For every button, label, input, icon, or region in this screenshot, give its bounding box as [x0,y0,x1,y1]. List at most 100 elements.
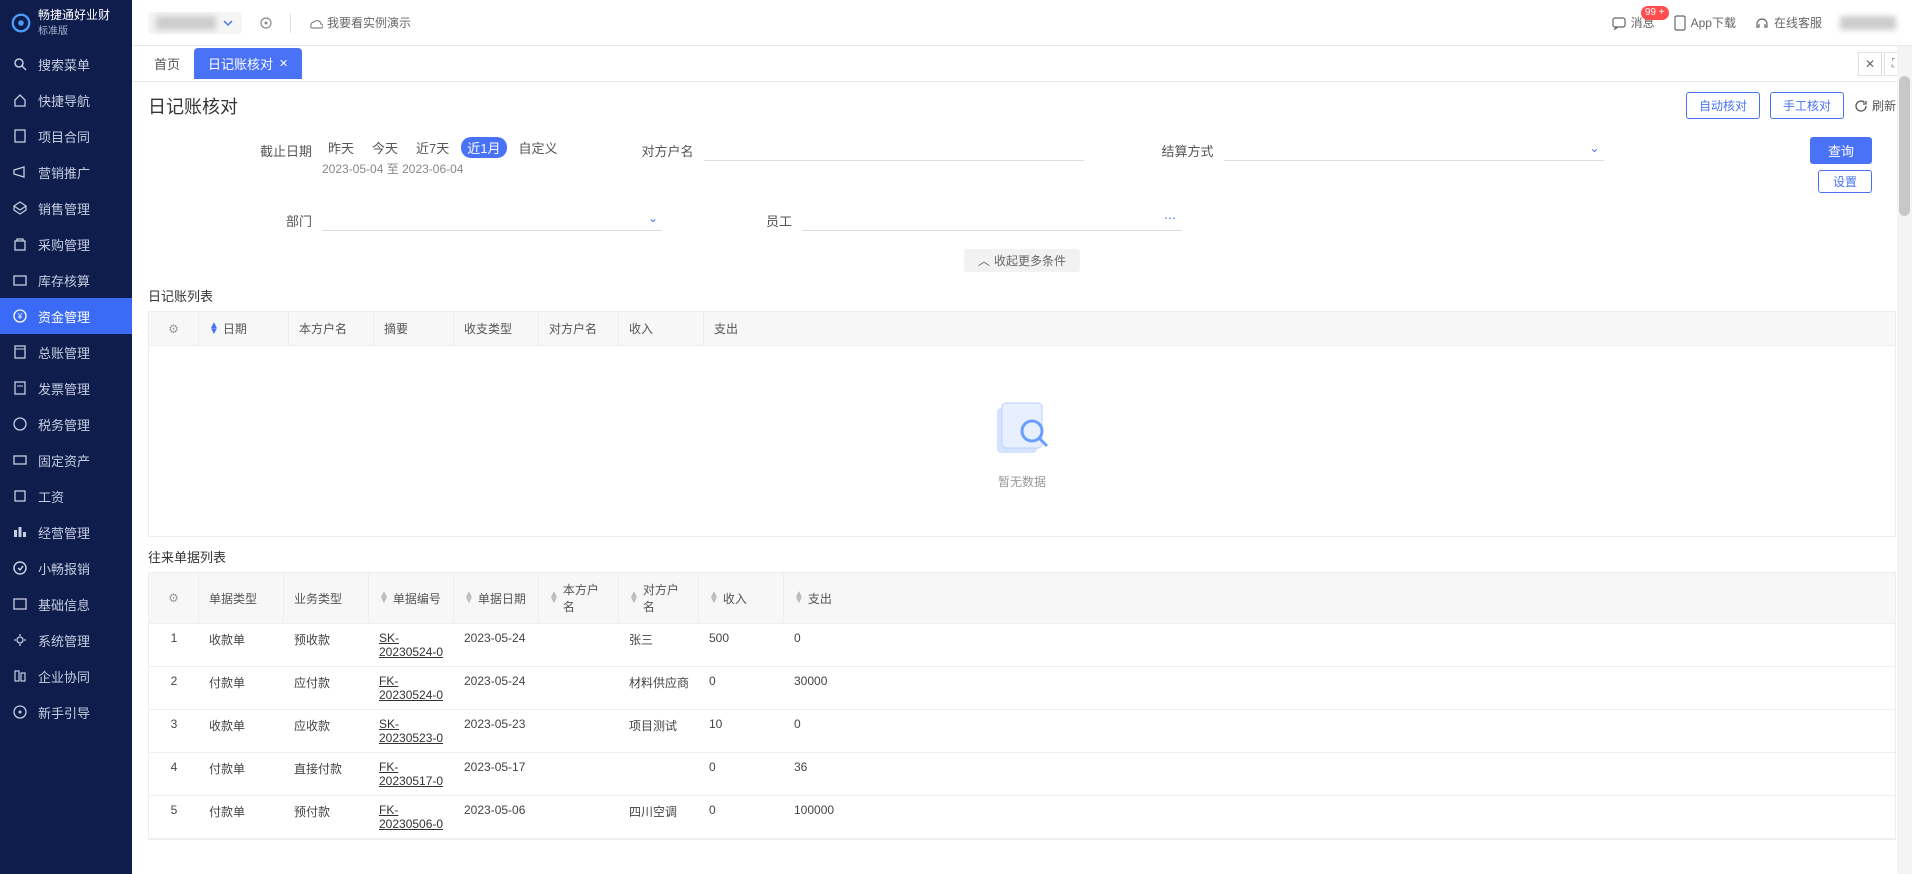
sidebar-item-biz[interactable]: 经营管理 [0,514,132,550]
vouchers-table-body: 1收款单预收款SK-20230524-02023-05-24张三50002付款单… [149,624,1895,839]
voucher-col-5[interactable]: ▲▼本方户名 [539,573,619,623]
user-blurred[interactable] [1840,16,1896,30]
voucher-code-link[interactable]: SK-20230524-0 [379,631,443,659]
table-row[interactable]: 4付款单直接付款FK-20230517-02023-05-17036 [149,753,1895,796]
app-download[interactable]: App下载 [1673,14,1736,31]
journal-col-5: 对方户名 [539,312,619,345]
sort-icon: ▲▼ [464,592,474,604]
message-icon [1611,15,1627,31]
sidebar-item-label: 税务管理 [38,415,90,434]
tab-home[interactable]: 首页 [140,48,194,79]
sidebar-item-cart[interactable]: 销售管理 [0,190,132,226]
report-icon [12,560,28,576]
salary-icon [12,488,28,504]
sidebar-item-label: 项目合同 [38,127,90,146]
sidebar-item-sys[interactable]: 系统管理 [0,622,132,658]
sort-icon: ▲▼ [709,592,719,604]
online-service[interactable]: 在线客服 [1754,14,1822,31]
demo-link[interactable]: 我要看实例演示 [307,14,411,31]
manual-check-button[interactable]: 手工核对 [1770,92,1844,119]
sort-icon: ▲▼ [549,592,559,604]
base-icon [12,596,28,612]
table-row[interactable]: 3收款单应收款SK-20230523-02023-05-23项目测试100 [149,710,1895,753]
voucher-col-4[interactable]: ▲▼单据日期 [454,573,539,623]
sidebar-item-money[interactable]: ¥资金管理 [0,298,132,334]
sidebar-item-corp[interactable]: 企业协同 [0,658,132,694]
journal-col-2: 本方户名 [289,312,374,345]
journal-col-4: 收支类型 [454,312,539,345]
gear-icon: ⚙ [168,322,179,336]
counterparty-input[interactable] [704,137,1084,161]
close-all-icon[interactable]: ✕ [1858,52,1882,76]
dept-select[interactable]: ⌄ [322,207,662,231]
date-label: 截止日期 [172,137,312,160]
sidebar-item-book[interactable]: 总账管理 [0,334,132,370]
query-button[interactable]: 查询 [1810,137,1872,164]
main-area: 我要看实例演示 消息 99 + App下载 在线客服 [132,0,1912,874]
collapse-filters-button[interactable]: ︿ 收起更多条件 [964,249,1080,272]
date-quick-1[interactable]: 今天 [366,137,404,158]
journal-col-0[interactable]: ⚙ [149,312,199,345]
asset-icon [12,452,28,468]
date-quick-3[interactable]: 近1月 [461,137,506,158]
sidebar-item-label: 企业协同 [38,667,90,686]
doc-icon [12,128,28,144]
journal-col-3: 摘要 [374,312,454,345]
more-icon: ⋯ [1164,211,1178,225]
chevron-down-icon: ⌄ [1589,141,1599,155]
journal-col-1[interactable]: ▲▼日期 [199,312,289,345]
search-icon [12,56,28,72]
table-row[interactable]: 1收款单预收款SK-20230524-02023-05-24张三5000 [149,624,1895,667]
table-row[interactable]: 5付款单预付款FK-20230506-02023-05-06四川空调010000… [149,796,1895,839]
sidebar-item-report[interactable]: 小畅报销 [0,550,132,586]
gear-icon[interactable] [258,15,274,31]
sidebar-item-bag[interactable]: 采购管理 [0,226,132,262]
date-quick-4[interactable]: 自定义 [513,137,564,158]
sidebar-item-tax[interactable]: 税务管理 [0,406,132,442]
voucher-code-link[interactable]: FK-20230524-0 [379,674,443,702]
table-row[interactable]: 2付款单应付款FK-20230524-02023-05-24材料供应商03000… [149,667,1895,710]
tenant-selector[interactable] [148,12,242,34]
voucher-col-8[interactable]: ▲▼支出 [784,573,1895,623]
voucher-col-3[interactable]: ▲▼单据编号 [369,573,454,623]
date-quick-0[interactable]: 昨天 [322,137,360,158]
voucher-col-7[interactable]: ▲▼收入 [699,573,784,623]
date-range: 2023-05-04 至 2023-06-04 [322,160,564,177]
sidebar-item-asset[interactable]: 固定资产 [0,442,132,478]
staff-select[interactable]: ⋯ [802,207,1182,231]
date-quick-2[interactable]: 近7天 [410,137,455,158]
voucher-code-link[interactable]: SK-20230523-0 [379,717,443,745]
sidebar-item-home[interactable]: 快捷导航 [0,82,132,118]
close-icon[interactable]: ✕ [279,57,288,70]
tenant-name-blurred [156,16,216,30]
sidebar-item-invoice[interactable]: 发票管理 [0,370,132,406]
scrollbar[interactable] [1897,46,1912,874]
sidebar-item-guide[interactable]: 新手引导 [0,694,132,730]
guide-icon [12,704,28,720]
settlement-select[interactable]: ⌄ [1224,137,1604,161]
voucher-col-0[interactable]: ⚙ [149,573,199,623]
sidebar-item-box[interactable]: 库存核算 [0,262,132,298]
voucher-code-link[interactable]: FK-20230506-0 [379,803,443,831]
voucher-code-link[interactable]: FK-20230517-0 [379,760,443,788]
headset-icon [1754,15,1770,31]
sidebar-item-base[interactable]: 基础信息 [0,586,132,622]
page-header: 日记账核对 自动核对 手工核对 刷新 [132,82,1912,129]
sidebar-item-search[interactable]: 搜索菜单 [0,46,132,82]
sidebar-item-salary[interactable]: 工资 [0,478,132,514]
voucher-col-6[interactable]: ▲▼对方户名 [619,573,699,623]
auto-check-button[interactable]: 自动核对 [1686,92,1760,119]
messages[interactable]: 消息 99 + [1611,14,1655,31]
scrollbar-thumb[interactable] [1899,76,1910,216]
refresh-button[interactable]: 刷新 [1854,97,1896,114]
sidebar: 畅捷通好业财 标准版 搜索菜单快捷导航项目合同营销推广销售管理采购管理库存核算¥… [0,0,132,874]
tab-current[interactable]: 日记账核对 ✕ [194,48,302,79]
page-title: 日记账核对 [148,93,238,119]
chevron-up-icon: ︿ [978,252,990,269]
sidebar-item-mega[interactable]: 营销推广 [0,154,132,190]
settings-button[interactable]: 设置 [1818,170,1872,193]
svg-text:¥: ¥ [17,312,23,321]
sidebar-item-label: 固定资产 [38,451,90,470]
date-quick-picker: 昨天今天近7天近1月自定义 [322,137,564,158]
sidebar-item-doc[interactable]: 项目合同 [0,118,132,154]
